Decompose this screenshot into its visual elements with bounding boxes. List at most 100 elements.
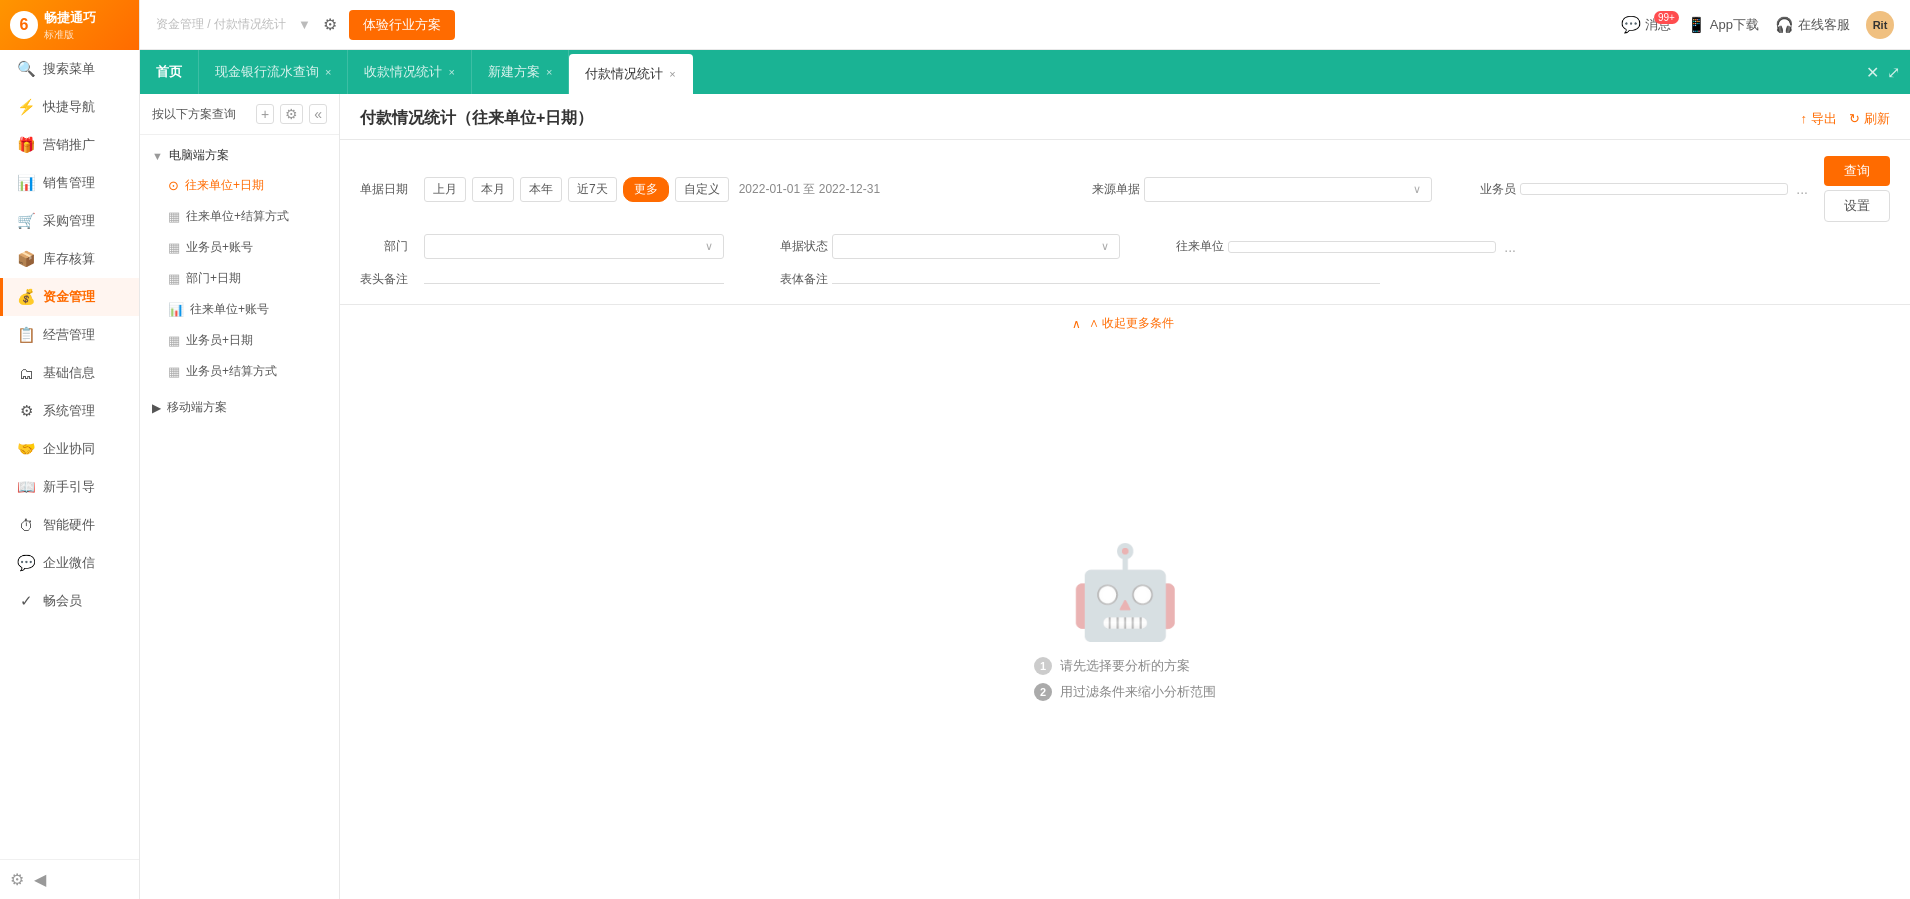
- message-area[interactable]: 💬 消息 99+: [1621, 15, 1671, 34]
- sidebar-footer: ⚙ ◀: [0, 859, 139, 899]
- app-download[interactable]: 📱 App下载: [1687, 16, 1759, 34]
- dept-label: 部门: [360, 238, 408, 255]
- topbar-settings-icon[interactable]: ⚙: [323, 15, 337, 34]
- sidebar-item-basic[interactable]: 🗂 基础信息: [0, 354, 139, 392]
- logo-text: 畅捷通巧 标准版: [44, 9, 96, 42]
- filter-settings-btn[interactable]: 设置: [1824, 190, 1890, 222]
- partner-more-btn[interactable]: ...: [1504, 239, 1516, 255]
- main-area: 资金管理 / 付款情况统计 ▼ ⚙ 体验行业方案 💬 消息 99+ 📱 App下…: [140, 0, 1910, 899]
- note-header-input[interactable]: [424, 275, 724, 284]
- sidebar-item-purchase[interactable]: 🛒 采购管理: [0, 202, 139, 240]
- source-select[interactable]: ∨: [1144, 177, 1432, 202]
- tip-num-1: 1: [1034, 657, 1052, 675]
- date-label: 单据日期: [360, 181, 408, 198]
- sidebar-item-vip[interactable]: ✓ 畅会员: [0, 582, 139, 620]
- empty-tips: 1 请先选择要分析的方案 2 用过滤条件来缩小分析范围: [1034, 657, 1216, 701]
- note-header-label: 表头备注: [360, 271, 408, 288]
- scheme-item-salesman-account[interactable]: ▦ 业务员+账号: [140, 232, 339, 263]
- source-arrow-icon: ∨: [1413, 183, 1421, 196]
- online-service[interactable]: 🎧 在线客服: [1775, 16, 1850, 34]
- tab-cash-close[interactable]: ×: [325, 66, 331, 78]
- footer-settings-btn[interactable]: ⚙: [10, 870, 24, 889]
- doc-status-select[interactable]: ∨: [832, 234, 1120, 259]
- sidebar-item-system[interactable]: ⚙ 系统管理: [0, 392, 139, 430]
- sidebar-item-biz[interactable]: 📋 经营管理: [0, 316, 139, 354]
- query-btn[interactable]: 查询: [1824, 156, 1890, 186]
- add-scheme-btn[interactable]: +: [256, 104, 274, 124]
- scheme-header: 按以下方案查询 + ⚙ «: [140, 94, 339, 135]
- filter-row-2: 部门 ∨ 单据状态 ∨ 往来单位: [360, 234, 1890, 259]
- mobile-arrow-icon: ▶: [152, 401, 161, 415]
- last-month-btn[interactable]: 上月: [424, 177, 466, 202]
- tab-cash[interactable]: 现金银行流水查询 ×: [199, 50, 348, 94]
- tab-close-all-btn[interactable]: ✕: [1866, 63, 1879, 82]
- sidebar-item-marketing[interactable]: 🎁 营销推广: [0, 126, 139, 164]
- sidebar-item-quick[interactable]: ⚡ 快捷导航: [0, 88, 139, 126]
- note-body-input[interactable]: [832, 275, 1380, 284]
- export-btn[interactable]: ↑ 导出: [1801, 110, 1838, 128]
- sidebar-item-guide[interactable]: 📖 新手引导: [0, 468, 139, 506]
- corp-icon: 🤝: [17, 440, 35, 458]
- sidebar-item-corp[interactable]: 🤝 企业协同: [0, 430, 139, 468]
- salesman-input[interactable]: [1520, 183, 1788, 195]
- sidebar-item-finance[interactable]: 💰 资金管理: [0, 278, 139, 316]
- empty-state: 🤖 1 请先选择要分析的方案 2 用过滤条件来缩小分析范围: [340, 342, 1910, 899]
- dept-arrow-icon: ∨: [705, 240, 713, 253]
- quick-icon: ⚡: [17, 98, 35, 116]
- headset-icon: 🎧: [1775, 16, 1794, 34]
- scheme-item-dept-date[interactable]: ▦ 部门+日期: [140, 263, 339, 294]
- custom-date-btn[interactable]: 自定义: [675, 177, 729, 202]
- scheme-settings-btn[interactable]: ⚙: [280, 104, 303, 124]
- this-year-btn[interactable]: 本年: [520, 177, 562, 202]
- tab-home[interactable]: 首页: [140, 50, 199, 94]
- tabbar-right: ✕ ⤢: [1856, 50, 1910, 94]
- content-area: 按以下方案查询 + ⚙ « ▼ 电脑端方案 ⊙ 往来单位+日期 ▦: [140, 94, 1910, 899]
- note-body-label: 表体备注: [780, 271, 828, 288]
- sidebar-nav: 🔍 搜索菜单 ⚡ 快捷导航 🎁 营销推广 📊 销售管理 🛒 采购管理 📦 库存核…: [0, 50, 139, 859]
- scheme-collapse-btn[interactable]: «: [309, 104, 327, 124]
- last-7-days-btn[interactable]: 近7天: [568, 177, 617, 202]
- search-icon: 🔍: [17, 60, 35, 78]
- page-header-actions: ↑ 导出 ↻ 刷新: [1801, 110, 1891, 128]
- scheme-item-partner-date[interactable]: ⊙ 往来单位+日期: [140, 170, 339, 201]
- collapse-more-btn[interactable]: ∧ ∧ 收起更多条件: [340, 305, 1910, 342]
- mobile-section[interactable]: ▶ 移动端方案: [140, 393, 339, 422]
- sidebar-item-search[interactable]: 🔍 搜索菜单: [0, 50, 139, 88]
- tab-receipts-close[interactable]: ×: [448, 66, 454, 78]
- scheme-item-salesman-settlement[interactable]: ▦ 业务员+结算方式: [140, 356, 339, 387]
- active-scheme-icon: ⊙: [168, 178, 179, 193]
- desktop-section-title[interactable]: ▼ 电脑端方案: [140, 141, 339, 170]
- tab-new-scheme-close[interactable]: ×: [546, 66, 552, 78]
- refresh-btn[interactable]: ↻ 刷新: [1849, 110, 1890, 128]
- scheme-icon-7: ▦: [168, 364, 180, 379]
- salesman-more-btn[interactable]: ...: [1796, 181, 1808, 197]
- partner-input[interactable]: [1228, 241, 1496, 253]
- partner-label: 往来单位: [1176, 238, 1224, 255]
- scheme-icon-2: ▦: [168, 209, 180, 224]
- desktop-section: ▼ 电脑端方案 ⊙ 往来单位+日期 ▦ 往来单位+结算方式 ▦ 业务员+账号 ▦: [140, 135, 339, 393]
- tab-maximize-btn[interactable]: ⤢: [1887, 63, 1900, 82]
- sidebar-item-sales[interactable]: 📊 销售管理: [0, 164, 139, 202]
- scheme-item-salesman-date[interactable]: ▦ 业务员+日期: [140, 325, 339, 356]
- dept-select[interactable]: ∨: [424, 234, 724, 259]
- scheme-item-partner-account[interactable]: 📊 往来单位+账号: [140, 294, 339, 325]
- tab-payment[interactable]: 付款情况统计 ×: [569, 54, 692, 94]
- sidebar-item-inventory[interactable]: 📦 库存核算: [0, 240, 139, 278]
- tab-payment-close[interactable]: ×: [669, 68, 675, 80]
- footer-collapse-btn[interactable]: ◀: [34, 870, 46, 889]
- more-dates-btn[interactable]: 更多: [623, 177, 669, 202]
- breadcrumb-dropdown[interactable]: ▼: [298, 17, 311, 32]
- refresh-icon: ↻: [1849, 111, 1860, 126]
- trial-btn[interactable]: 体验行业方案: [349, 10, 455, 40]
- message-icon: 💬: [1621, 15, 1641, 34]
- sidebar-item-hardware[interactable]: ⏱ 智能硬件: [0, 506, 139, 544]
- tab-receipts[interactable]: 收款情况统计 ×: [348, 50, 471, 94]
- this-month-btn[interactable]: 本月: [472, 177, 514, 202]
- user-avatar[interactable]: Rit: [1866, 11, 1894, 39]
- scheme-item-partner-settlement[interactable]: ▦ 往来单位+结算方式: [140, 201, 339, 232]
- sidebar-item-wechat[interactable]: 💬 企业微信: [0, 544, 139, 582]
- filter-area: 单据日期 上月 本月 本年 近7天 更多 自定义 2022-01-01 至 20…: [340, 140, 1910, 305]
- basic-icon: 🗂: [17, 365, 35, 382]
- main-right-content: 付款情况统计（往来单位+日期） ↑ 导出 ↻ 刷新 单据日期: [340, 94, 1910, 899]
- tab-new-scheme[interactable]: 新建方案 ×: [472, 50, 569, 94]
